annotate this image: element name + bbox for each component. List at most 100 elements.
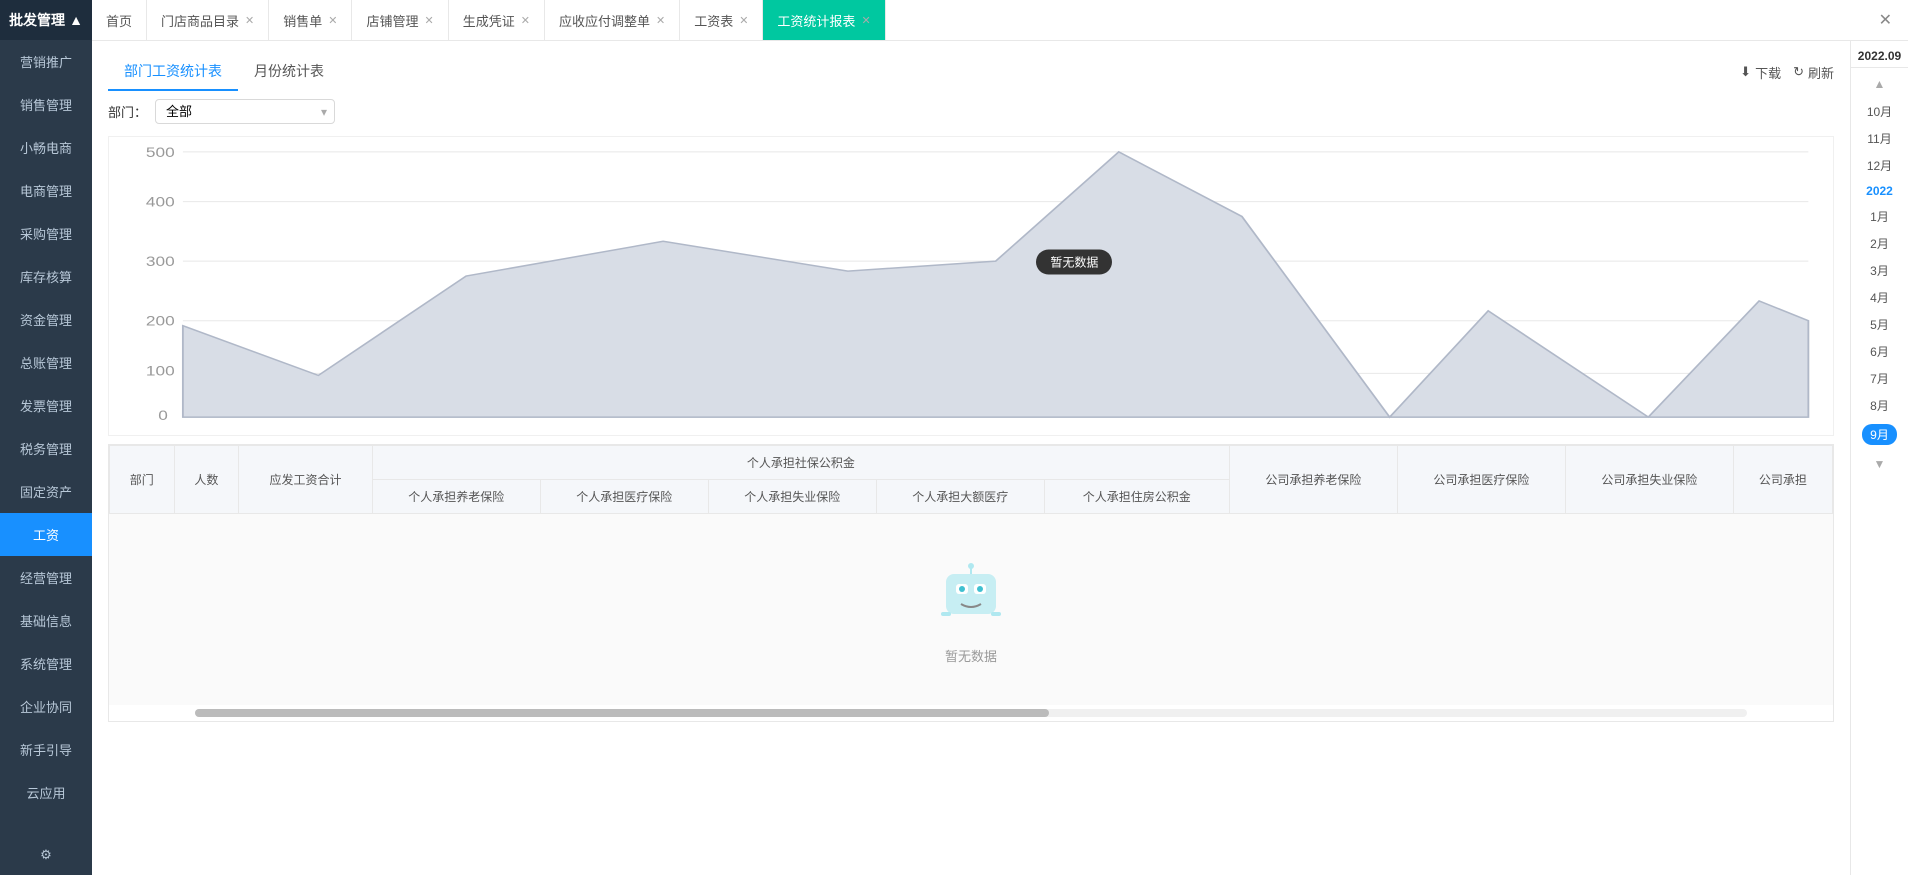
tab-close-1[interactable]: ✕ [245,14,254,27]
tabs-bar: 首页门店商品目录✕销售单✕店铺管理✕生成凭证✕应收应付调整单✕工资表✕工资统计报… [92,0,1908,41]
download-button[interactable]: ⬇ 下载 [1740,63,1781,82]
chart-no-data-tooltip: 暂无数据 [1036,250,1112,275]
th-company-medical: 公司承担医疗保险 [1397,446,1565,514]
svg-text:400: 400 [146,195,175,210]
tab-close-5[interactable]: ✕ [656,14,665,27]
th-personal-pension: 个人承担养老保险 [372,480,540,514]
calendar-month-feb[interactable]: 2月 [1851,230,1908,257]
table-scrollbar[interactable] [195,709,1747,717]
download-icon: ⬇ [1740,64,1751,80]
th-department: 部门 [110,446,175,514]
calendar-month-jun[interactable]: 6月 [1851,338,1908,365]
calendar-month-jan[interactable]: 1月 [1851,203,1908,230]
department-select[interactable]: 全部 [155,99,335,124]
svg-text:0: 0 [158,409,168,424]
calendar-month-may[interactable]: 5月 [1851,311,1908,338]
th-personal-housing: 个人承担住房公积金 [1044,480,1229,514]
tab-2[interactable]: 销售单✕ [269,0,352,40]
sidebar-item-7[interactable]: 总账管理 [0,341,92,384]
calendar-month-mar[interactable]: 3月 [1851,257,1908,284]
settings-icon: ⚙ [40,847,52,862]
tab-close-7[interactable]: ✕ [861,14,870,27]
sidebar-item-10[interactable]: 固定资产 [0,470,92,513]
chart-area: 500 400 300 200 100 0 暂无数 [108,136,1834,436]
sidebar-header[interactable]: 批发管理 ▲ [0,0,92,40]
calendar-month-sep-active[interactable]: 9月 [1851,419,1908,450]
tab-close-2[interactable]: ✕ [328,14,337,27]
sidebar-title: 批发管理 [9,10,65,30]
tabs-actions: ✕ [1871,6,1908,34]
sub-tab-month[interactable]: 月份统计表 [238,53,340,91]
tab-3[interactable]: 店铺管理✕ [352,0,448,40]
svg-text:200: 200 [146,314,175,329]
calendar-month-jul[interactable]: 7月 [1851,365,1908,392]
sidebar-item-11[interactable]: 工资 [0,513,92,556]
sub-tab-department[interactable]: 部门工资统计表 [108,53,238,91]
th-total-salary: 应发工资合计 [239,446,373,514]
sidebar-item-9[interactable]: 税务管理 [0,427,92,470]
tab-6[interactable]: 工资表✕ [680,0,763,40]
toolbar: ⬇ 下载 ↻ 刷新 [1728,63,1834,82]
filter-label: 部门： [108,102,147,121]
chart-svg: 500 400 300 200 100 0 [109,137,1833,435]
sidebar-item-5[interactable]: 库存核算 [0,255,92,298]
calendar-down-button[interactable]: ▼ [1868,452,1892,476]
th-company-unemployment: 公司承担失业保险 [1565,446,1733,514]
sidebar-arrow: ▲ [69,12,83,28]
calendar-nav: ▲ 10月 11月 12月 2022 1月 2月 3月 4月 5月 6月 7月 … [1851,70,1908,478]
calendar-year-label: 2022.09 [1851,45,1908,68]
download-label: 下载 [1755,63,1781,82]
refresh-icon: ↻ [1793,64,1804,80]
sidebar-item-6[interactable]: 资金管理 [0,298,92,341]
tab-4[interactable]: 生成凭证✕ [449,0,545,40]
main-area: 首页门店商品目录✕销售单✕店铺管理✕生成凭证✕应收应付调整单✕工资表✕工资统计报… [92,0,1908,875]
svg-text:300: 300 [146,255,175,270]
th-count: 人数 [174,446,239,514]
calendar-month-aug[interactable]: 8月 [1851,392,1908,419]
th-company-pension: 公司承担养老保险 [1229,446,1397,514]
tab-1[interactable]: 门店商品目录✕ [147,0,269,40]
refresh-label: 刷新 [1808,63,1834,82]
sidebar-item-0[interactable]: 营销推广 [0,40,92,83]
calendar-month-nov[interactable]: 11月 [1851,125,1908,152]
sidebar-item-2[interactable]: 小畅电商 [0,126,92,169]
svg-text:100: 100 [146,364,175,379]
sidebar-item-1[interactable]: 销售管理 [0,83,92,126]
tab-5[interactable]: 应收应付调整单✕ [545,0,680,40]
empty-icon [931,554,1011,634]
sub-tabs: 部门工资统计表 月份统计表 [108,53,340,91]
tab-close-4[interactable]: ✕ [521,14,530,27]
svg-text:500: 500 [146,145,175,160]
sidebar-item-4[interactable]: 采购管理 [0,212,92,255]
tab-close-6[interactable]: ✕ [739,14,748,27]
tab-0[interactable]: 首页 [92,0,147,40]
calendar-month-dec[interactable]: 12月 [1851,152,1908,179]
content-area: 部门工资统计表 月份统计表 ⬇ 下载 ↻ 刷新 部门： [92,41,1908,875]
calendar-month-apr[interactable]: 4月 [1851,284,1908,311]
tab-close-3[interactable]: ✕ [425,14,434,27]
data-table: 部门 人数 应发工资合计 个人承担社保公积金 公司承担养老保险 公司承担医疗保险… [109,445,1833,514]
calendar-year-2022[interactable]: 2022 [1851,179,1908,203]
sidebar-item-3[interactable]: 电商管理 [0,169,92,212]
sidebar-item-14[interactable]: 系统管理 [0,642,92,685]
sidebar-item-15[interactable]: 企业协同 [0,685,92,728]
sidebar-item-8[interactable]: 发票管理 [0,384,92,427]
close-all-tabs-button[interactable]: ✕ [1871,6,1900,34]
empty-text: 暂无数据 [945,646,997,665]
tab-7[interactable]: 工资统计报表✕ [763,0,885,40]
sidebar: 批发管理 ▲ 营销推广销售管理小畅电商电商管理采购管理库存核算资金管理总账管理发… [0,0,92,875]
calendar-up-button[interactable]: ▲ [1868,72,1892,96]
calendar-month-oct[interactable]: 10月 [1851,98,1908,125]
main-panel: 部门工资统计表 月份统计表 ⬇ 下载 ↻ 刷新 部门： [92,41,1850,875]
sidebar-item-17[interactable]: 云应用 [0,771,92,814]
table-scrollbar-thumb[interactable] [195,709,1048,717]
sidebar-item-13[interactable]: 基础信息 [0,599,92,642]
th-personal-unemployment: 个人承担失业保险 [708,480,876,514]
sidebar-item-16[interactable]: 新手引导 [0,728,92,771]
refresh-button[interactable]: ↻ 刷新 [1793,63,1834,82]
settings-button[interactable]: ⚙ [0,835,92,875]
sidebar-item-12[interactable]: 经营管理 [0,556,92,599]
table-container: 部门 人数 应发工资合计 个人承担社保公积金 公司承担养老保险 公司承担医疗保险… [108,444,1834,722]
th-personal-medical: 个人承担医疗保险 [540,480,708,514]
filter-row: 部门： 全部 [108,99,1834,124]
